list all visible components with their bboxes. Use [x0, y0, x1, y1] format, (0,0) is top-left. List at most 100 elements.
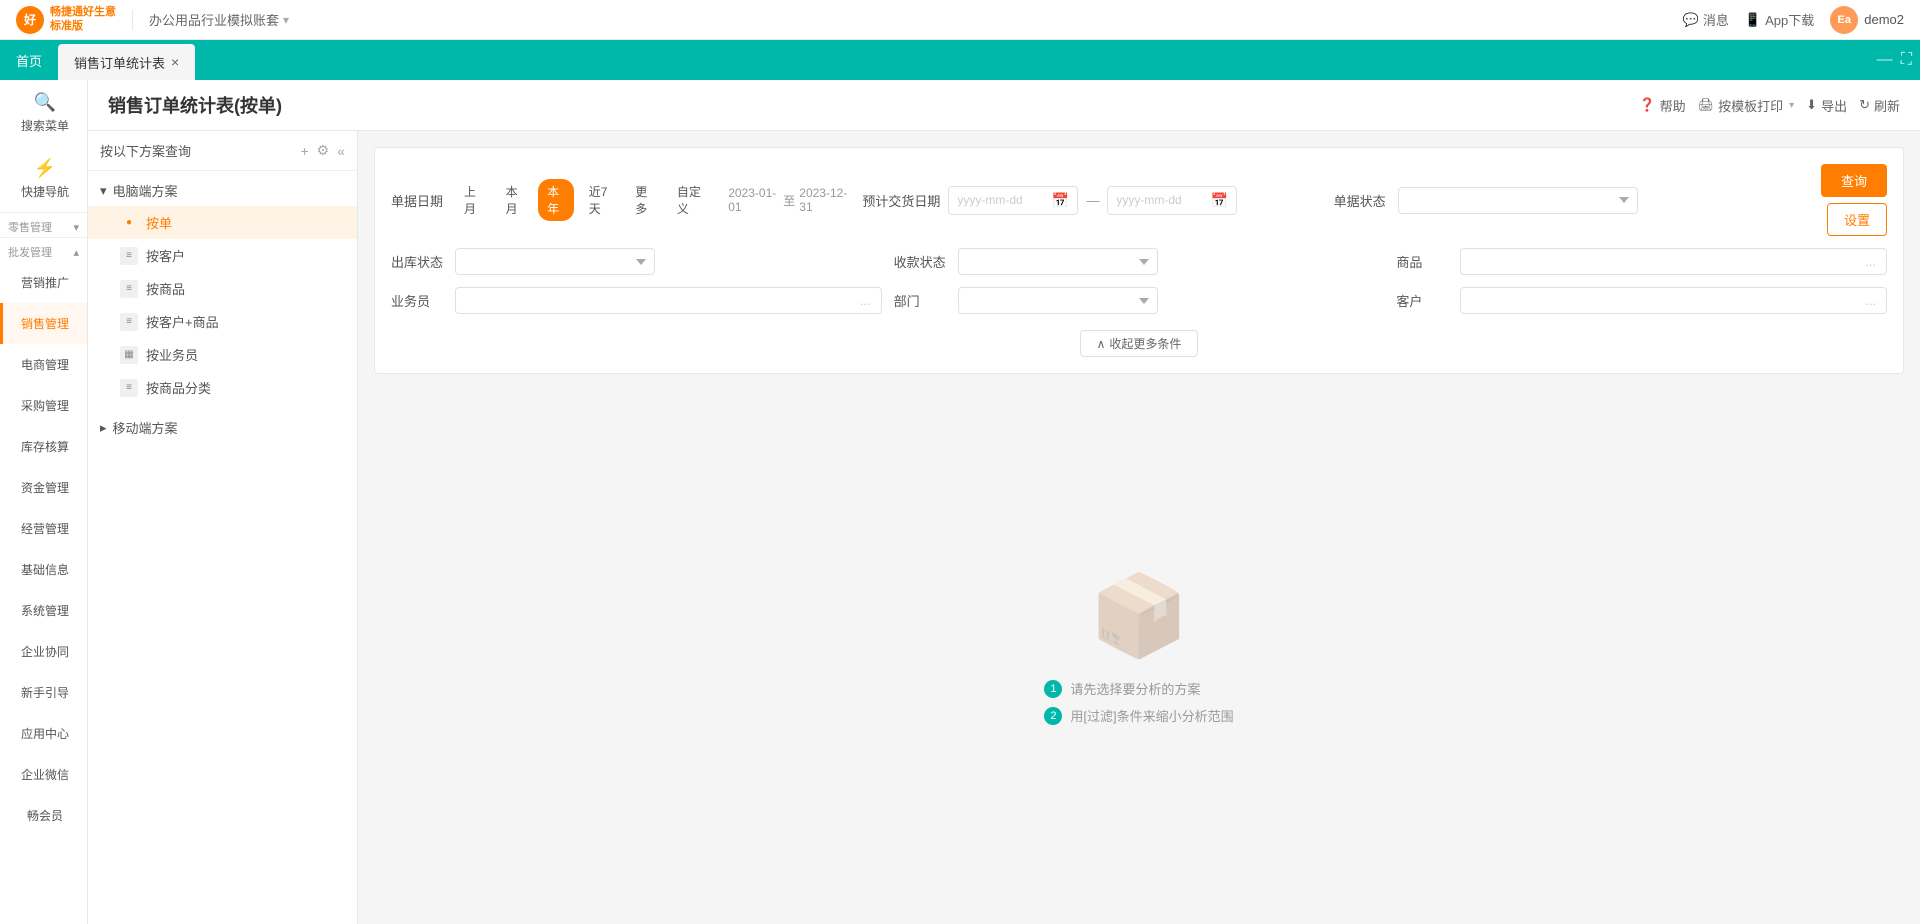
tab-close-btn[interactable]: ×: [171, 54, 179, 70]
sidebar-item-basic[interactable]: 基础信息: [0, 549, 87, 590]
sidebar-item-search[interactable]: 🔍 搜索菜单: [0, 80, 87, 146]
sidebar-item-enterprise[interactable]: 企业协同: [0, 631, 87, 672]
app-title-arrow: ▾: [283, 13, 289, 27]
salesperson-label: 业务员: [391, 291, 447, 310]
print-arrow-icon: ▾: [1789, 100, 1794, 111]
shortcut-last7[interactable]: 近7天: [580, 179, 620, 221]
shortcut-this-month[interactable]: 本月: [497, 179, 533, 221]
customer-input[interactable]: ...: [1460, 287, 1887, 314]
group-expand-icon: ▾: [100, 183, 107, 199]
user-area[interactable]: Ea demo2: [1830, 6, 1904, 34]
goods-input[interactable]: ...: [1460, 248, 1887, 275]
customer-more-icon: ...: [1865, 293, 1876, 308]
sidebar-item-member[interactable]: 畅会员: [0, 795, 87, 836]
shortcut-more[interactable]: 更多: [626, 179, 662, 221]
payment-filter-group: 收款状态 未收款 部分收款 全部收款: [894, 248, 1385, 275]
filter-row-1: 单据日期 上月 本月 本年 近7天 更多 自定义 2023-01-01: [391, 164, 1887, 236]
expand-icon: ▾: [73, 221, 79, 234]
print-btn[interactable]: 🖨 按模板打印 ▾: [1698, 96, 1795, 115]
empty-tips: 1 请先选择要分析的方案 2 用[过滤]条件来缩小分析范围: [1044, 679, 1233, 725]
shortcut-last-month[interactable]: 上月: [455, 179, 491, 221]
query-button[interactable]: 查询: [1821, 164, 1887, 197]
app-download-btn[interactable]: 📱 App下载: [1745, 10, 1814, 29]
scheme-table-icon4: ≡: [120, 379, 138, 397]
settings-button[interactable]: 设置: [1827, 203, 1887, 236]
goods-more-icon: ...: [1865, 254, 1876, 269]
collapse-row: ∧ 收起更多条件: [391, 326, 1887, 357]
expected-date-end[interactable]: yyyy-mm-dd 📅: [1107, 186, 1237, 215]
left-panel: 按以下方案查询 + ⚙ « ▾ 电脑端方案 ● 按单: [88, 131, 358, 924]
scheme-item-by-category[interactable]: ≡ 按商品分类: [88, 371, 357, 404]
scheme-table-icon2: ≡: [120, 280, 138, 298]
tab-bar: 首页 销售订单统计表 × — ⛶: [0, 40, 1920, 80]
help-icon: ❓: [1639, 97, 1655, 113]
tab-minimize-btn[interactable]: —: [1877, 51, 1893, 69]
shortcut-custom[interactable]: 自定义: [668, 179, 712, 221]
mobile-group-expand-icon: ▸: [100, 420, 107, 436]
help-btn[interactable]: ❓ 帮助: [1639, 96, 1685, 115]
sidebar-item-newbie[interactable]: 新手引导: [0, 672, 87, 713]
sidebar-item-wechat[interactable]: 企业微信: [0, 754, 87, 795]
desktop-scheme-group: ▾ 电脑端方案 ● 按单 ≡ 按客户 ≡ 按商品: [88, 171, 357, 408]
shipment-select[interactable]: 未出库 部分出库 全部出库: [455, 248, 655, 275]
salesperson-input[interactable]: ...: [455, 287, 882, 314]
sidebar-item-ecommerce[interactable]: 电商管理: [0, 344, 87, 385]
sidebar-section-retail[interactable]: 零售管理 ▾: [0, 212, 87, 237]
sidebar-item-shortcut[interactable]: ⚡ 快捷导航: [0, 146, 87, 212]
message-btn[interactable]: 💬 消息: [1683, 10, 1729, 29]
collapse-btn[interactable]: ∧ 收起更多条件: [1080, 330, 1199, 357]
goods-filter-group: 商品 ...: [1396, 248, 1887, 275]
expected-date-start[interactable]: yyyy-mm-dd 📅: [948, 186, 1078, 215]
sidebar-item-finance[interactable]: 资金管理: [0, 467, 87, 508]
shortcut-this-year[interactable]: 本年: [538, 179, 574, 221]
panel-collapse-btn[interactable]: «: [337, 143, 345, 159]
salesperson-filter-group: 业务员 ...: [391, 287, 882, 314]
add-scheme-btn[interactable]: +: [300, 143, 308, 159]
sidebar-item-sales[interactable]: 销售管理: [0, 303, 87, 344]
collapse-icon: ▴: [73, 246, 79, 259]
empty-tip-2: 2 用[过滤]条件来缩小分析范围: [1044, 706, 1233, 725]
sidebar-item-system[interactable]: 系统管理: [0, 590, 87, 631]
refresh-btn[interactable]: ↻ 刷新: [1859, 96, 1900, 115]
page-title: 销售订单统计表(按单): [108, 92, 282, 130]
empty-tip-1: 1 请先选择要分析的方案: [1044, 679, 1233, 698]
sidebar-item-appcenter[interactable]: 应用中心: [0, 713, 87, 754]
scheme-item-by-customer-goods[interactable]: ≡ 按客户+商品: [88, 305, 357, 338]
scheme-item-by-salesperson[interactable]: ▦ 按业务员: [88, 338, 357, 371]
sidebar-item-operations[interactable]: 经营管理: [0, 508, 87, 549]
tab-home[interactable]: 首页: [0, 40, 58, 80]
sidebar-item-purchase[interactable]: 采购管理: [0, 385, 87, 426]
scheme-item-by-order[interactable]: ● 按单: [88, 206, 357, 239]
tab-maximize-btn[interactable]: ⛶: [1901, 51, 1912, 69]
mobile-group-header[interactable]: ▸ 移动端方案: [88, 412, 357, 443]
content-area: 销售订单统计表(按单) ❓ 帮助 🖨 按模板打印 ▾ ⬇ 导出 ↻ 刷新: [88, 80, 1920, 924]
goods-label: 商品: [1396, 252, 1452, 271]
sidebar-item-inventory[interactable]: 库存核算: [0, 426, 87, 467]
desktop-group-header[interactable]: ▾ 电脑端方案: [88, 175, 357, 206]
scheme-item-by-goods[interactable]: ≡ 按商品: [88, 272, 357, 305]
filter-row-3: 业务员 ... 部门 全部: [391, 287, 1887, 314]
customer-label: 客户: [1396, 291, 1452, 310]
payment-select[interactable]: 未收款 部分收款 全部收款: [958, 248, 1158, 275]
scheme-settings-btn[interactable]: ⚙: [317, 142, 330, 159]
scheme-table-icon3: ≡: [120, 313, 138, 331]
sidebar-section-wholesale[interactable]: 批发管理 ▴: [0, 237, 87, 262]
left-panel-actions: + ⚙ «: [300, 142, 345, 159]
tab-active[interactable]: 销售订单统计表 ×: [58, 44, 195, 80]
refresh-icon: ↻: [1859, 97, 1870, 113]
export-btn[interactable]: ⬇ 导出: [1806, 96, 1847, 115]
shipment-label: 出库状态: [391, 252, 447, 271]
dept-select[interactable]: 全部: [958, 287, 1158, 314]
status-filter-group: 单据状态 全部 待审核 已审核 已作废: [1334, 187, 1793, 214]
salesperson-more-icon: ...: [860, 293, 871, 308]
tab-bar-actions: — ⛶: [1877, 40, 1920, 80]
expected-date-label: 预计交货日期: [862, 191, 940, 210]
right-content: 单据日期 上月 本月 本年 近7天 更多 自定义 2023-01-01: [358, 131, 1920, 924]
print-icon: 🖨: [1698, 97, 1715, 113]
scheme-item-by-customer[interactable]: ≡ 按客户: [88, 239, 357, 272]
app-title[interactable]: 办公用品行业模拟账套 ▾: [149, 10, 289, 29]
date-range-display: 2023-01-01 至 2023-12-31: [728, 186, 850, 214]
shipment-filter-group: 出库状态 未出库 部分出库 全部出库: [391, 248, 882, 275]
status-select[interactable]: 全部 待审核 已审核 已作废: [1398, 187, 1638, 214]
sidebar-item-marketing[interactable]: 营销推广: [0, 262, 87, 303]
